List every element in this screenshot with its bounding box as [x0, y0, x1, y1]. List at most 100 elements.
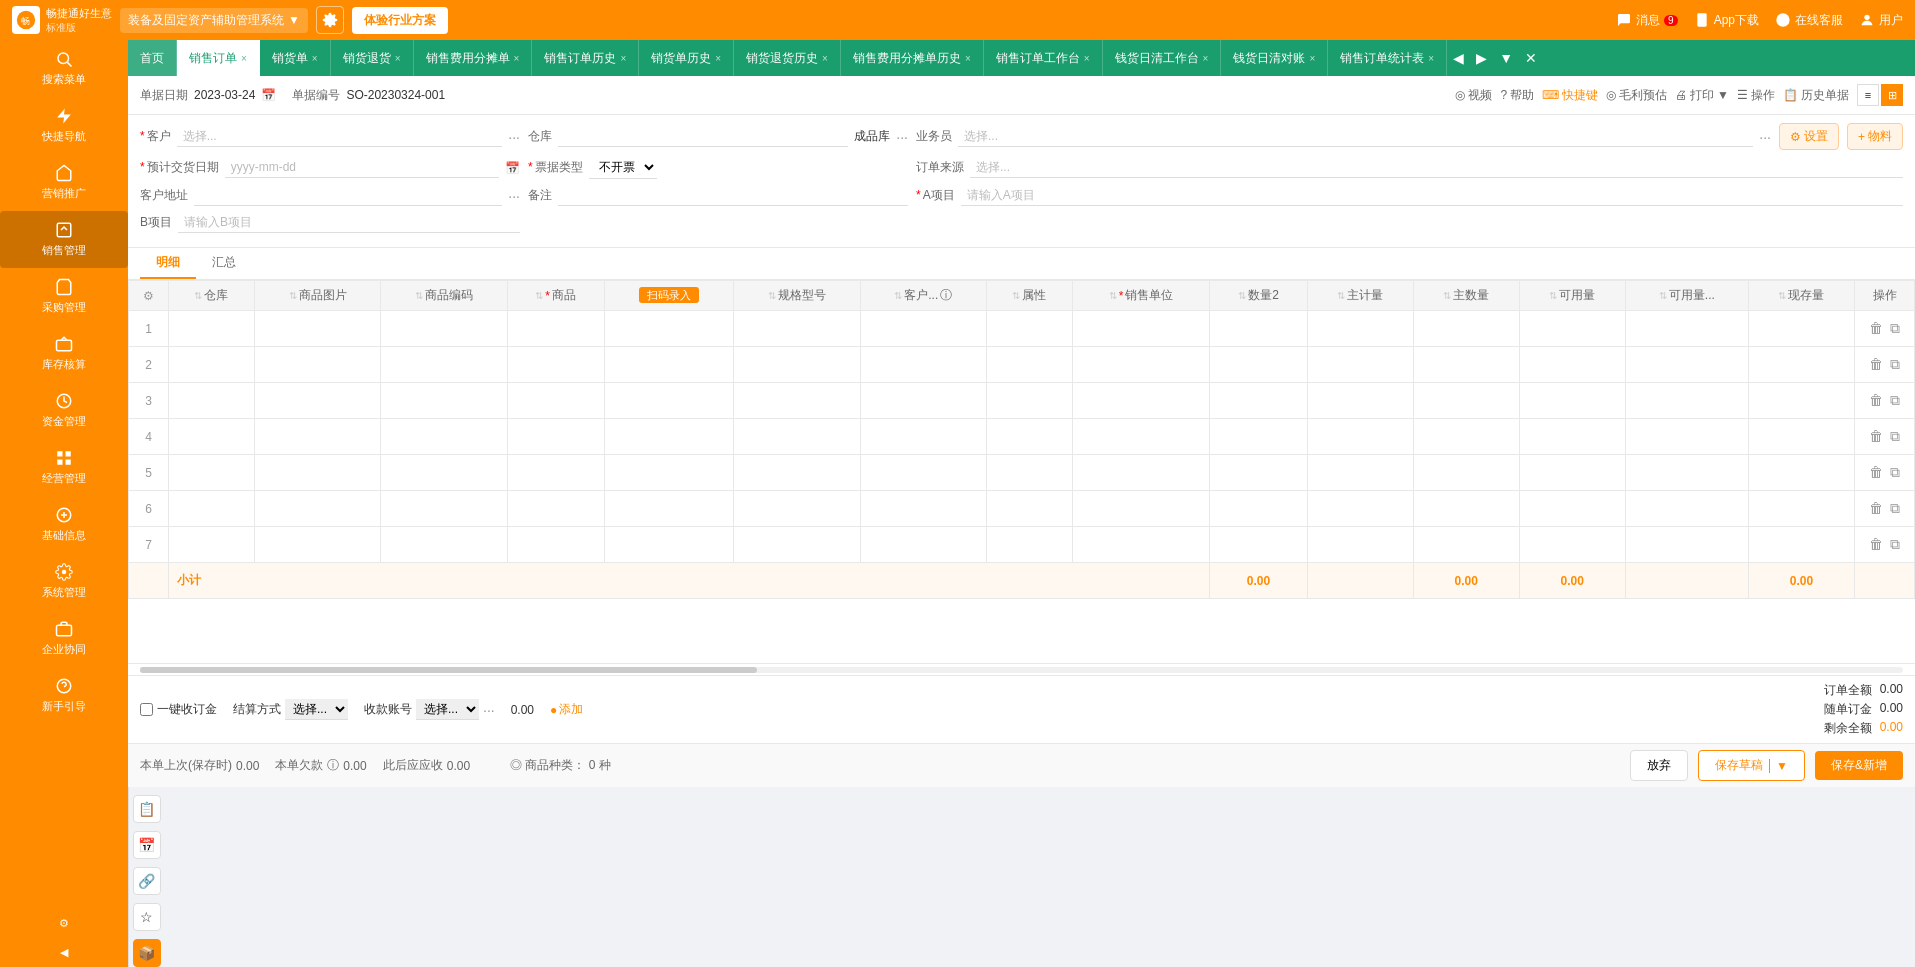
- tab-detail[interactable]: 明细: [140, 248, 196, 279]
- row-code-1[interactable]: [381, 311, 507, 347]
- row-copy-2[interactable]: ⧉: [1890, 356, 1900, 372]
- staff-dots[interactable]: ···: [1759, 129, 1771, 145]
- sidebar-item-finance[interactable]: 资金管理: [0, 382, 128, 439]
- a-project-input[interactable]: [961, 185, 1903, 206]
- scroll-thumb[interactable]: [140, 667, 757, 673]
- row-cust-code-1[interactable]: [860, 311, 986, 347]
- tab-sales-stat[interactable]: 销售订单统计表 ×: [1328, 40, 1447, 76]
- scan-button-header[interactable]: 扫码录入: [639, 287, 699, 303]
- online-service-icon[interactable]: 在线客服: [1775, 12, 1843, 29]
- sidebar-item-system[interactable]: 系统管理: [0, 553, 128, 610]
- tab-close-order-workbench[interactable]: ×: [1084, 53, 1090, 64]
- row-warehouse-1[interactable]: [169, 311, 255, 347]
- tab-close-return-history[interactable]: ×: [715, 53, 721, 64]
- settings-icon[interactable]: [316, 6, 344, 34]
- tab-nav-prev[interactable]: ◀: [1447, 50, 1470, 66]
- grid-view-btn[interactable]: ⊞: [1881, 84, 1903, 106]
- right-panel-icon-orange[interactable]: 📦: [133, 939, 161, 967]
- tab-cash-reconcile[interactable]: 钱货日清对账 ×: [1221, 40, 1328, 76]
- tab-close-return-goods[interactable]: ×: [395, 53, 401, 64]
- tab-close-sales-stat[interactable]: ×: [1428, 53, 1434, 64]
- tab-sales-expense[interactable]: 销售费用分摊单 ×: [414, 40, 533, 76]
- row-scan-1[interactable]: [604, 311, 734, 347]
- row-avail-1[interactable]: [1519, 311, 1625, 347]
- sidebar-item-marketing[interactable]: 营销推广: [0, 154, 128, 211]
- sidebar-item-quicknav[interactable]: 快捷导航: [0, 97, 128, 154]
- date-picker-icon[interactable]: 📅: [261, 88, 276, 102]
- save-new-button[interactable]: 保存&新增: [1815, 751, 1903, 780]
- help-btn[interactable]: ? 帮助: [1500, 87, 1534, 104]
- list-view-btn[interactable]: ≡: [1857, 84, 1879, 106]
- row-delete-6[interactable]: 🗑: [1869, 500, 1883, 516]
- b-project-input[interactable]: [178, 212, 520, 233]
- sidebar-item-operation[interactable]: 经营管理: [0, 439, 128, 496]
- row-unit-1[interactable]: [1072, 311, 1210, 347]
- message-icon[interactable]: 消息 9: [1616, 12, 1678, 29]
- customer-dots[interactable]: ···: [508, 129, 520, 145]
- row-delete-1[interactable]: 🗑: [1869, 320, 1883, 336]
- tab-home[interactable]: 首页: [128, 40, 177, 76]
- row-stock-1[interactable]: [1748, 311, 1854, 347]
- add-goods-btn[interactable]: + 物料: [1847, 123, 1903, 150]
- sidebar-settings-btn[interactable]: ⚙: [0, 909, 128, 938]
- row-delete-4[interactable]: 🗑: [1869, 428, 1883, 444]
- order-source-input[interactable]: [970, 157, 1903, 178]
- system-selector[interactable]: 装备及固定资产辅助管理系统 ▼: [120, 8, 308, 33]
- row-copy-4[interactable]: ⧉: [1890, 428, 1900, 444]
- view-btn[interactable]: ◎ 视频: [1455, 87, 1492, 104]
- app-download-icon[interactable]: App下载: [1694, 12, 1759, 29]
- staff-input[interactable]: [958, 126, 1753, 147]
- sidebar-item-enterprise[interactable]: 企业协同: [0, 610, 128, 667]
- right-panel-icon-clipboard[interactable]: 📋: [133, 795, 161, 823]
- user-avatar[interactable]: 用户: [1859, 12, 1903, 29]
- one-click-checkbox[interactable]: [140, 703, 153, 716]
- sidebar-item-sales[interactable]: 销售管理: [0, 211, 128, 268]
- address-dots[interactable]: ···: [508, 188, 520, 204]
- th-gear[interactable]: ⚙: [129, 281, 169, 311]
- account-dots[interactable]: ···: [483, 702, 495, 718]
- tab-close-order-history[interactable]: ×: [620, 53, 626, 64]
- tab-sales-order[interactable]: 销售订单 ×: [177, 40, 260, 76]
- tab-return-goods-history[interactable]: 销货退货历史 ×: [734, 40, 841, 76]
- row-qty2-1[interactable]: [1210, 311, 1307, 347]
- row-main-unit-1[interactable]: [1307, 311, 1413, 347]
- warehouse-dots[interactable]: ···: [896, 129, 908, 145]
- invoice-type-select[interactable]: 不开票: [589, 156, 657, 179]
- tab-sales-return[interactable]: 销货单 ×: [260, 40, 331, 76]
- row-image-1[interactable]: [254, 311, 380, 347]
- tab-close-cash-daily[interactable]: ×: [1203, 53, 1209, 64]
- right-panel-icon-link[interactable]: 🔗: [133, 867, 161, 895]
- right-panel-icon-star[interactable]: ☆: [133, 903, 161, 931]
- row-copy-5[interactable]: ⧉: [1890, 464, 1900, 480]
- tab-close-sales-return[interactable]: ×: [312, 53, 318, 64]
- tab-summary[interactable]: 汇总: [196, 248, 252, 279]
- tab-order-workbench[interactable]: 销售订单工作台 ×: [984, 40, 1103, 76]
- address-input[interactable]: [194, 185, 502, 206]
- discard-button[interactable]: 放弃: [1630, 750, 1688, 781]
- row-delete-5[interactable]: 🗑: [1869, 464, 1883, 480]
- tab-close-return-goods-history[interactable]: ×: [822, 53, 828, 64]
- solution-button[interactable]: 体验行业方案: [352, 7, 448, 34]
- row-copy-1[interactable]: ⧉: [1890, 320, 1900, 336]
- tab-close-all[interactable]: ✕: [1519, 50, 1543, 66]
- delivery-date-input[interactable]: [225, 157, 499, 178]
- tab-cash-daily[interactable]: 钱货日清工作台 ×: [1103, 40, 1222, 76]
- tab-expense-history[interactable]: 销售费用分摊单历史 ×: [841, 40, 984, 76]
- delivery-date-icon[interactable]: 📅: [505, 161, 520, 175]
- tab-nav-next[interactable]: ▶: [1470, 50, 1493, 66]
- tab-close-sales-expense[interactable]: ×: [514, 53, 520, 64]
- row-product-1[interactable]: [507, 311, 604, 347]
- tab-menu-btn[interactable]: ▼: [1493, 50, 1519, 66]
- warehouse-input[interactable]: [558, 126, 848, 147]
- sidebar-item-search[interactable]: 搜索菜单: [0, 40, 128, 97]
- right-panel-icon-calendar[interactable]: 📅: [133, 831, 161, 859]
- row-copy-3[interactable]: ⧉: [1890, 392, 1900, 408]
- tab-close-cash-reconcile[interactable]: ×: [1309, 53, 1315, 64]
- operation-btn[interactable]: ☰ 操作: [1737, 87, 1775, 104]
- tab-return-history[interactable]: 销货单历史 ×: [639, 40, 734, 76]
- preview-btn[interactable]: ◎ 毛利预估: [1606, 87, 1667, 104]
- sidebar-item-inventory[interactable]: 库存核算: [0, 325, 128, 382]
- row-avail2-1[interactable]: [1625, 311, 1748, 347]
- tab-close-expense-history[interactable]: ×: [965, 53, 971, 64]
- add-btn[interactable]: ● 添加: [550, 701, 583, 718]
